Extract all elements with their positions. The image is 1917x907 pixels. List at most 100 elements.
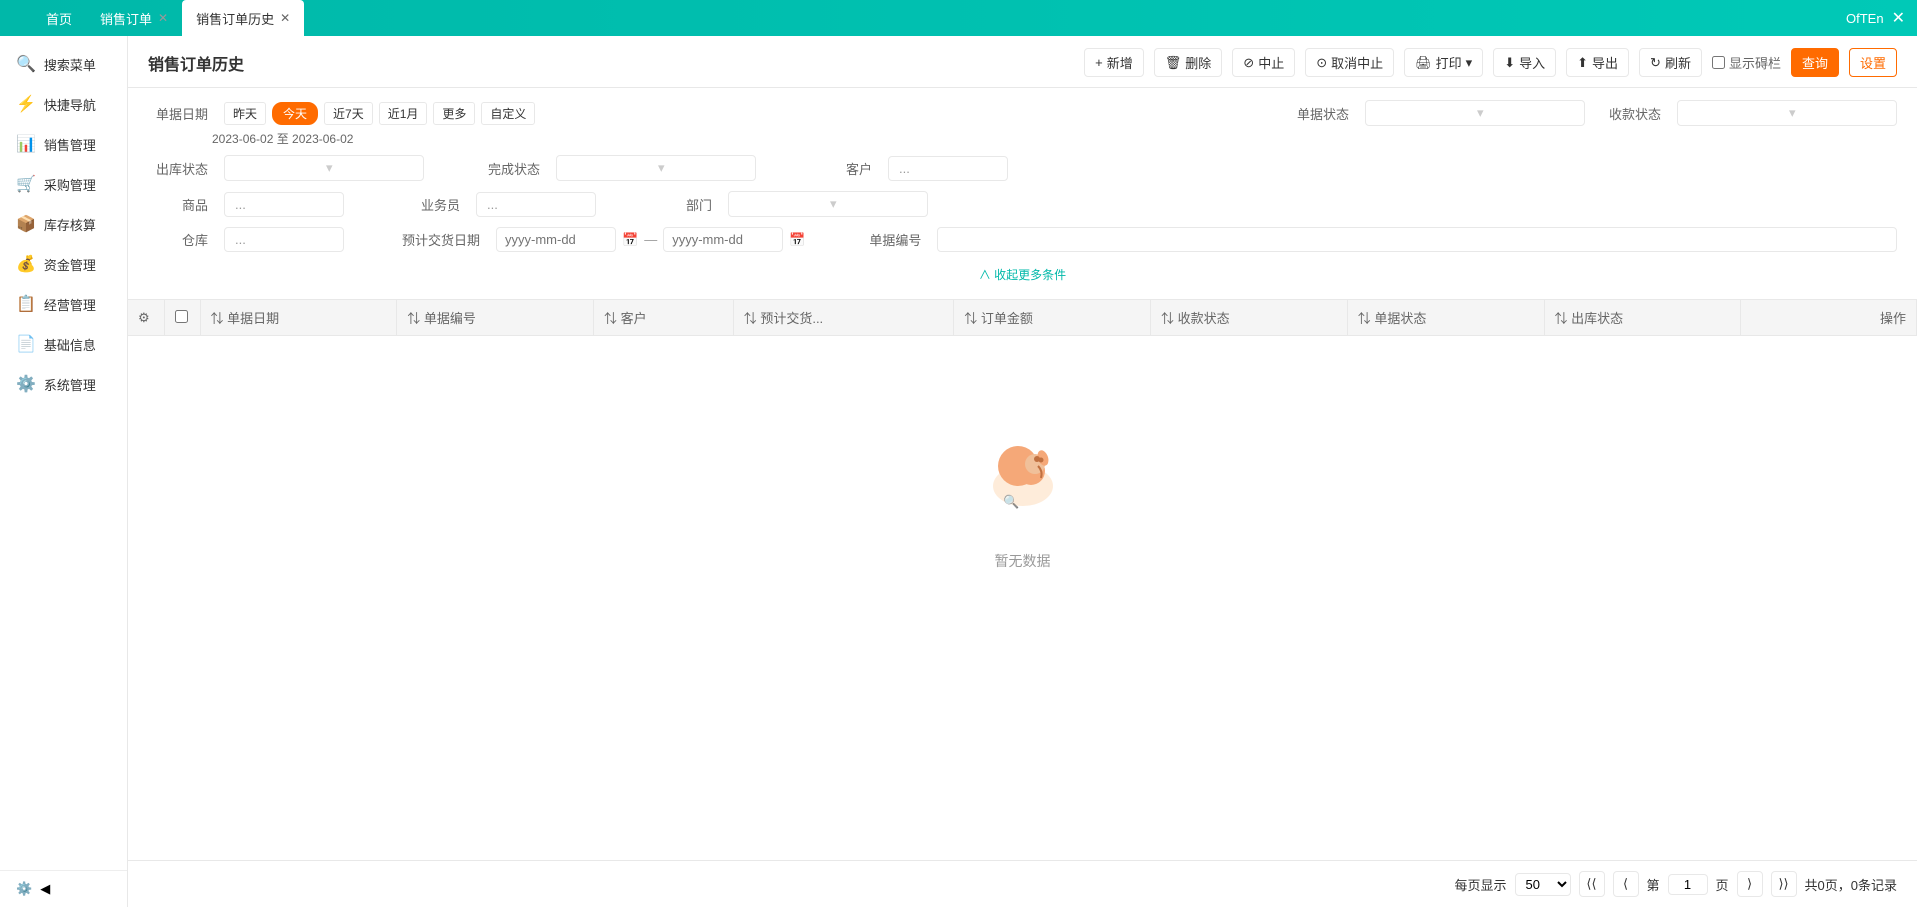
sidebar-collapse-icon[interactable]: ◀ (40, 881, 50, 897)
sidebar-item-operations[interactable]: 📋经营管理 (0, 284, 127, 324)
sales-person-label: 业务员 (400, 195, 460, 214)
date-btn-yesterday[interactable]: 昨天 (224, 102, 266, 125)
delivery-date-label: 预计交货日期 (400, 230, 480, 249)
warehouse-label: 仓库 (148, 230, 208, 249)
out-status-select[interactable]: ▾ (224, 155, 424, 181)
toolbar-btn-print[interactable]: 🖨打印 ▾ (1404, 48, 1483, 77)
settings-button[interactable]: 设置 (1849, 48, 1897, 77)
table-checkbox-col[interactable] (164, 300, 200, 336)
out-status-chevron: ▾ (326, 160, 415, 176)
toolbar-icon-delete: 🗑 (1165, 55, 1182, 71)
svg-text:🔍: 🔍 (1003, 493, 1019, 509)
date-btn-more[interactable]: 更多 (433, 102, 475, 125)
customer-input[interactable]: ... (888, 156, 1008, 181)
department-label: 部门 (652, 195, 712, 214)
empty-state: 🔍 暂无数据 (128, 336, 1917, 651)
col-delivery-label: ⇅ 预计交货... (744, 311, 823, 326)
sidebar-item-inventory[interactable]: 📦库存核算 (0, 204, 127, 244)
order-no-input[interactable] (937, 227, 1897, 252)
tab-home[interactable]: 首页 (32, 0, 86, 36)
page-input[interactable] (1668, 874, 1708, 895)
delivery-date-from[interactable] (496, 227, 616, 252)
toolbar-btn-stop[interactable]: ⊘中止 (1232, 48, 1295, 77)
sidebar-item-base-info[interactable]: 📄基础信息 (0, 324, 127, 364)
warehouse-input[interactable]: ... (224, 227, 344, 252)
sidebar-label-purchase-mgmt: 采购管理 (44, 175, 96, 194)
sidebar-item-quick-nav[interactable]: ⚡快捷导航 (0, 84, 127, 124)
sidebar-settings-icon[interactable]: ⚙️ (16, 881, 32, 897)
tab-sales-order[interactable]: 销售订单✕ (86, 0, 182, 36)
filter-row-2: 出库状态 ▾ 完成状态 ▾ 客户 ... (148, 155, 1897, 181)
prev-page-btn[interactable]: ⟨ (1613, 871, 1639, 897)
toolbar-btn-delete[interactable]: 🗑删除 (1154, 48, 1223, 77)
sidebar-label-sys-mgmt: 系统管理 (44, 375, 96, 394)
date-btn-custom[interactable]: 自定义 (481, 102, 535, 125)
filter-row-1: 单据日期 昨天 今天 近7天 近1月 更多 自定义 单据状态 ▾ 收款状态 (148, 100, 1897, 126)
date-btn-7days[interactable]: 近7天 (324, 102, 373, 125)
filter-row-3: 商品 ... 业务员 ... 部门 ▾ (148, 191, 1897, 217)
calendar-icon-from[interactable]: 📅 (622, 232, 638, 248)
toolbar-icon-cancel-stop: ⊙ (1316, 55, 1327, 71)
last-page-btn[interactable]: ⟩⟩ (1771, 871, 1797, 897)
date-btn-today[interactable]: 今天 (272, 102, 318, 125)
sidebar-item-purchase-mgmt[interactable]: 🛒采购管理 (0, 164, 127, 204)
receipt-status-select[interactable]: ▾ (1677, 100, 1897, 126)
first-page-btn[interactable]: ⟨⟨ (1579, 871, 1605, 897)
page-label-2: 页 (1716, 875, 1729, 894)
product-input[interactable]: ... (224, 192, 344, 217)
empty-illustration: 🔍 (973, 416, 1073, 516)
toolbar-label-add: 新增 (1107, 53, 1133, 72)
department-select[interactable]: ▾ (728, 191, 928, 217)
order-status-select[interactable]: ▾ (1365, 100, 1585, 126)
table-settings-icon[interactable]: ⚙ (138, 310, 150, 325)
tab-close-sales-order[interactable]: ✕ (158, 11, 168, 25)
page-size-select[interactable]: 50 10 20 100 (1515, 873, 1571, 896)
query-button[interactable]: 查询 (1791, 48, 1839, 77)
tab-label-sales-order-history: 销售订单历史 (196, 9, 274, 28)
table-settings-col[interactable]: ⚙ (128, 300, 164, 336)
col-amount-label: ⇅ 订单金额 (964, 311, 1033, 326)
calendar-icon-to[interactable]: 📅 (789, 232, 805, 248)
sidebar-item-sys-mgmt[interactable]: ⚙️ 系统管理 (0, 364, 127, 404)
toolbar-btn-cancel-stop[interactable]: ⊙取消中止 (1305, 48, 1394, 77)
complete-status-select[interactable]: ▾ (556, 155, 756, 181)
toolbar-icon-stop: ⊘ (1243, 55, 1254, 71)
next-page-btn[interactable]: ⟩ (1737, 871, 1763, 897)
collapse-btn[interactable]: ∧ 收起更多条件 (148, 262, 1897, 287)
sidebar-item-sales-mgmt[interactable]: 📊 销售管理 (0, 124, 127, 164)
date-range-display: 2023-06-02 至 2023-06-02 (212, 132, 353, 146)
sidebar-label-search-menu: 搜索菜单 (44, 55, 96, 74)
display-columns-toggle[interactable]: 显示碍栏 (1712, 53, 1781, 72)
tabs-container: 首页销售订单✕ 销售订单历史 ✕ (32, 0, 304, 36)
display-columns-checkbox[interactable] (1712, 56, 1725, 69)
sidebar-item-search-menu[interactable]: 🔍搜索菜单 (0, 44, 127, 84)
tab-sales-order-history[interactable]: 销售订单历史 ✕ (182, 0, 304, 36)
sales-person-input[interactable]: ... (476, 192, 596, 217)
toolbar-btn-export[interactable]: ⬆导出 (1566, 48, 1629, 77)
tab-close-sales-order-history[interactable]: ✕ (280, 11, 290, 25)
col-date-label: ⇅ 单据日期 (211, 311, 280, 326)
col-out-status: ⇅ 出库状态 (1544, 300, 1741, 336)
sidebar-label-base-info: 基础信息 (44, 335, 96, 354)
toolbar-btn-import[interactable]: ⬇导入 (1493, 48, 1556, 77)
toolbar-label-print: 打印 (1436, 53, 1462, 72)
sidebar-icon-sys-mgmt: ⚙️ (16, 374, 36, 394)
date-btn-1month[interactable]: 近1月 (379, 102, 428, 125)
sidebar-icon-sales-mgmt: 📊 (16, 134, 36, 154)
sidebar-icon-quick-nav: ⚡ (16, 94, 36, 114)
sidebar-item-finance[interactable]: 💰资金管理 (0, 244, 127, 284)
select-all-checkbox[interactable] (175, 310, 188, 323)
toolbar-label-cancel-stop: 取消中止 (1331, 53, 1383, 72)
sidebar-label-operations: 经营管理 (44, 295, 96, 314)
col-order-status-label: ⇅ 单据状态 (1358, 311, 1427, 326)
filter-area: 单据日期 昨天 今天 近7天 近1月 更多 自定义 单据状态 ▾ 收款状态 (128, 88, 1917, 300)
toolbar-btn-add[interactable]: +新增 (1084, 48, 1144, 77)
delivery-date-to[interactable] (663, 227, 783, 252)
close-window-icon[interactable]: ✕ (1892, 8, 1905, 28)
sidebar-label-sales-mgmt: 销售管理 (44, 135, 96, 154)
toolbar-label-delete: 删除 (1185, 53, 1211, 72)
toolbar-btn-refresh[interactable]: ↻刷新 (1639, 48, 1702, 77)
order-status-chevron: ▾ (1477, 105, 1576, 121)
col-operation: 操作 (1741, 300, 1917, 336)
top-bar: 首页销售订单✕销售订单历史✕ OfTEn ✕ (0, 0, 1917, 36)
